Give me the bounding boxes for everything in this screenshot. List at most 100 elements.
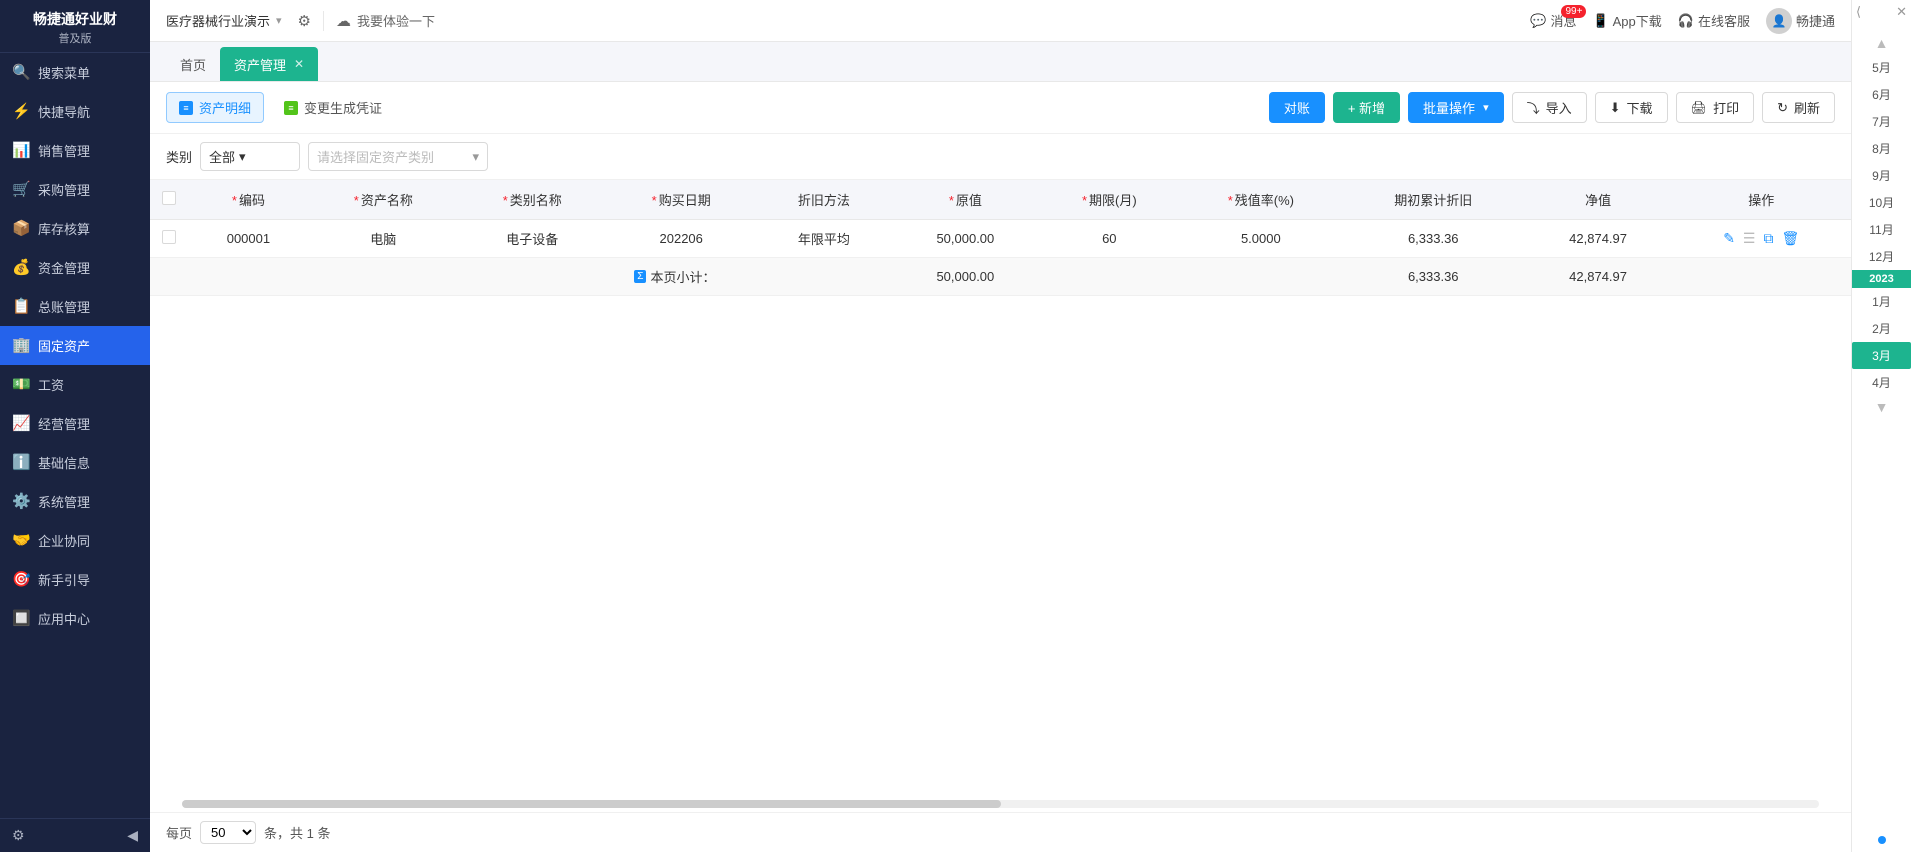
right-panel-up-arrow[interactable]: ▲ <box>1875 32 1889 54</box>
filter-category-label: 类别 <box>166 147 192 166</box>
col-header-code: *编码 <box>188 180 309 220</box>
col-header-category: *类别名称 <box>458 180 607 220</box>
message-icon: 💬 <box>1530 13 1546 29</box>
row-checkbox[interactable] <box>162 230 176 244</box>
month-11[interactable]: 11月 <box>1852 216 1911 243</box>
sidebar: 畅捷通好业财 普及版 🔍 搜索菜单 ⚡ 快捷导航 📊 销售管理 🛒 采购管理 📦… <box>0 0 150 852</box>
subtotal-empty-actions <box>1671 258 1851 296</box>
company-settings-icon[interactable]: ⚙ <box>298 12 311 30</box>
message-action[interactable]: 💬 消息 99+ <box>1530 11 1576 30</box>
horizontal-scrollbar[interactable] <box>150 796 1851 812</box>
subtotal-label-cell: Σ 本页小计： <box>458 258 892 296</box>
copy-icon[interactable]: ⧉ <box>1763 230 1773 247</box>
tab-close-icon[interactable]: ✕ <box>294 57 304 71</box>
sidebar-item-inventory[interactable]: 📦 库存核算 <box>0 209 150 248</box>
sidebar-logo: 畅捷通好业财 普及版 <box>0 0 150 53</box>
right-panel-dot[interactable] <box>1878 836 1886 844</box>
right-panel-down-arrow[interactable]: ▼ <box>1875 396 1889 418</box>
cell-period: 60 <box>1039 220 1180 258</box>
sub-tab-change-voucher[interactable]: ≡ 变更生成凭证 <box>272 93 394 122</box>
table-header-checkbox[interactable] <box>150 180 188 220</box>
sidebar-item-search[interactable]: 🔍 搜索菜单 <box>0 53 150 92</box>
right-panel-close-icon[interactable]: ✕ <box>1896 4 1907 20</box>
asset-table-wrap: *编码 *资产名称 *类别名称 *购买日期 折旧方法 *原值 *期限(月) *残… <box>150 180 1851 796</box>
month-7[interactable]: 7月 <box>1852 108 1911 135</box>
payroll-icon: 💵 <box>12 375 30 393</box>
collapse-icon[interactable]: ◀ <box>127 827 138 844</box>
detail-icon[interactable]: ☰ <box>1743 230 1756 247</box>
sidebar-menu: 🔍 搜索菜单 ⚡ 快捷导航 📊 销售管理 🛒 采购管理 📦 库存核算 💰 资金管… <box>0 53 150 818</box>
pagination: 每页 50 100 200 条，共 1 条 <box>150 812 1851 852</box>
sales-icon: 📊 <box>12 141 30 159</box>
user-action[interactable]: 👤 畅捷通 <box>1766 8 1835 34</box>
batch-ops-button[interactable]: 批量操作 ▾ <box>1408 92 1504 123</box>
asset-detail-label: 资产明细 <box>199 98 251 117</box>
asset-detail-dot: ≡ <box>179 101 193 115</box>
sidebar-item-guide[interactable]: 🎯 新手引导 <box>0 560 150 599</box>
batch-ops-label: 批量操作 <box>1423 98 1475 117</box>
settings-bottom-icon[interactable]: ⚙ <box>12 827 25 844</box>
cell-original-value: 50,000.00 <box>892 220 1039 258</box>
sidebar-item-system[interactable]: ⚙️ 系统管理 <box>0 482 150 521</box>
company-name: 医疗器械行业演示 <box>166 11 270 30</box>
download-icon: ⬇ <box>1610 100 1621 116</box>
cell-purchase-date: 202206 <box>607 220 756 258</box>
sidebar-item-quicknav[interactable]: ⚡ 快捷导航 <box>0 92 150 131</box>
cell-depreciation-method: 年限平均 <box>756 220 892 258</box>
company-selector[interactable]: 医疗器械行业演示 ▾ <box>166 11 282 30</box>
sidebar-item-purchase[interactable]: 🛒 采购管理 <box>0 170 150 209</box>
month-8[interactable]: 8月 <box>1852 135 1911 162</box>
select-all-checkbox[interactable] <box>162 191 176 205</box>
print-button[interactable]: 🖨 打印 <box>1676 92 1755 123</box>
import-button[interactable]: ⤵ 导入 <box>1512 92 1587 123</box>
sidebar-item-sales[interactable]: 📊 销售管理 <box>0 131 150 170</box>
month-3-current[interactable]: 3月 <box>1852 342 1911 369</box>
sidebar-item-fixed-assets[interactable]: 🏢 固定资产 <box>0 326 150 365</box>
row-checkbox-cell[interactable] <box>150 220 188 258</box>
month-1[interactable]: 1月 <box>1852 288 1911 315</box>
month-4[interactable]: 4月 <box>1852 369 1911 396</box>
company-dropdown-arrow: ▾ <box>276 14 282 27</box>
app-download-action[interactable]: 📱 App下载 <box>1592 11 1661 30</box>
reconcile-button[interactable]: 对账 <box>1269 92 1325 123</box>
search-icon: 🔍 <box>12 63 30 81</box>
col-header-name: *资产名称 <box>309 180 458 220</box>
right-panel-expand-icon[interactable]: ⟨ <box>1856 4 1861 20</box>
online-service-action[interactable]: 🎧 在线客服 <box>1678 11 1750 30</box>
month-10[interactable]: 10月 <box>1852 189 1911 216</box>
sidebar-item-ledger[interactable]: 📋 总账管理 <box>0 287 150 326</box>
subtotal-label: 本页小计： <box>650 267 715 286</box>
sidebar-item-enterprise[interactable]: 🤝 企业协同 <box>0 521 150 560</box>
total-label: 条，共 1 条 <box>264 823 330 842</box>
experience-btn[interactable]: ☁ 我要体验一下 <box>336 11 435 30</box>
edit-icon[interactable]: ✎ <box>1723 230 1735 247</box>
sidebar-item-funds[interactable]: 💰 资金管理 <box>0 248 150 287</box>
sidebar-item-app-center[interactable]: 🔲 应用中心 <box>0 599 150 638</box>
right-panel-nav-bottom: ▼ <box>1852 396 1911 418</box>
operations-icon: 📈 <box>12 414 30 432</box>
sidebar-item-basic-info[interactable]: ℹ️ 基础信息 <box>0 443 150 482</box>
month-5[interactable]: 5月 <box>1852 54 1911 81</box>
info-icon: ℹ️ <box>12 453 30 471</box>
month-12[interactable]: 12月 <box>1852 243 1911 270</box>
month-2[interactable]: 2月 <box>1852 315 1911 342</box>
sidebar-item-operations[interactable]: 📈 经营管理 <box>0 404 150 443</box>
filter-category-type[interactable]: 全部 ▾ <box>200 142 300 171</box>
cell-actions: ✎ ☰ ⧉ 🗑 <box>1671 220 1851 258</box>
system-icon: ⚙️ <box>12 492 30 510</box>
filter-category-select[interactable]: 请选择固定资产类别 ▾ <box>308 142 488 171</box>
download-button[interactable]: ⬇ 下载 <box>1595 92 1668 123</box>
ledger-icon: 📋 <box>12 297 30 315</box>
delete-icon[interactable]: 🗑 <box>1781 230 1799 247</box>
sidebar-item-payroll[interactable]: 💵 工资 <box>0 365 150 404</box>
month-9[interactable]: 9月 <box>1852 162 1911 189</box>
tab-home[interactable]: 首页 <box>166 47 220 81</box>
month-6[interactable]: 6月 <box>1852 81 1911 108</box>
new-button[interactable]: + 新增 <box>1333 92 1400 123</box>
per-page-select[interactable]: 50 100 200 <box>200 821 256 844</box>
tab-asset-management[interactable]: 资产管理 ✕ <box>220 47 318 81</box>
sub-tab-asset-detail[interactable]: ≡ 资产明细 <box>166 92 264 123</box>
subtotal-row: Σ 本页小计： 50,000.00 6,333.36 42,874.97 <box>150 258 1851 296</box>
refresh-button[interactable]: ↻ 刷新 <box>1762 92 1835 123</box>
new-label: + 新增 <box>1348 98 1385 117</box>
